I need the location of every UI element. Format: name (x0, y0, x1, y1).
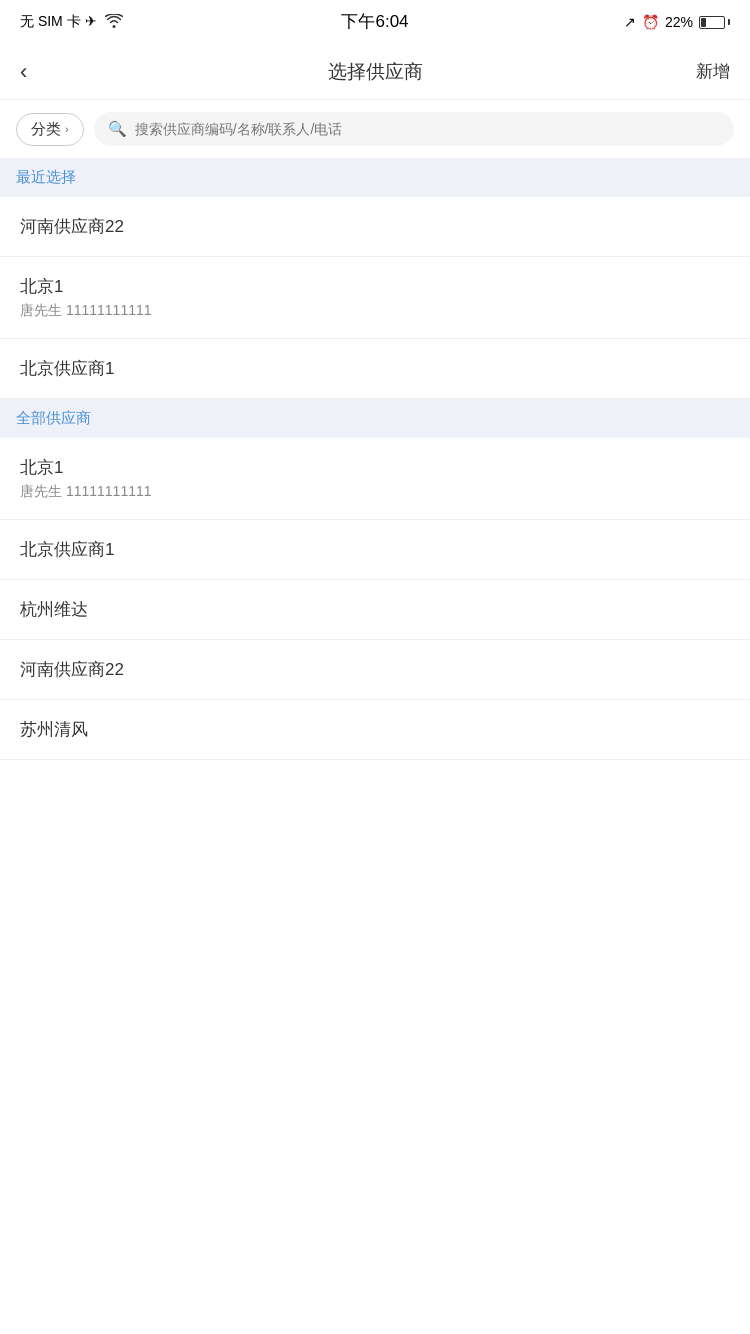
recent-section-label: 最近选择 (16, 168, 76, 185)
item-name: 北京1 (20, 456, 730, 479)
search-input[interactable] (135, 121, 720, 137)
location-icon: ↗ (624, 14, 636, 30)
item-name: 北京1 (20, 275, 730, 298)
nav-bar: ‹ 选择供应商 新增 (0, 44, 750, 100)
all-list-item[interactable]: 杭州维达 (0, 580, 750, 640)
status-time: 下午6:04 (341, 10, 408, 33)
back-button[interactable]: ‹ (20, 59, 60, 85)
item-name: 苏州清风 (20, 718, 730, 741)
all-list: 北京1 唐先生 11111111111 北京供应商1 杭州维达河南供应商22 苏州清… (0, 438, 750, 760)
wifi-icon (105, 14, 123, 31)
recent-section-header: 最近选择 (0, 158, 750, 197)
item-contact: 唐先生 11111111111 (20, 302, 730, 320)
recent-list-item[interactable]: 河南供应商22 (0, 197, 750, 257)
search-icon: 🔍 (108, 120, 127, 138)
all-section-label: 全部供应商 (16, 409, 91, 426)
alarm-icon: ⏰ (642, 14, 659, 30)
search-box: 🔍 (94, 112, 734, 146)
chevron-right-icon: › (65, 123, 69, 135)
all-list-item[interactable]: 苏州清风 (0, 700, 750, 760)
item-name: 河南供应商22 (20, 658, 730, 681)
item-name: 北京供应商1 (20, 538, 730, 561)
all-list-item[interactable]: 北京1 唐先生 11111111111 (0, 438, 750, 520)
recent-list-item[interactable]: 北京1 唐先生 11111111111 (0, 257, 750, 339)
item-name: 杭州维达 (20, 598, 730, 621)
item-name: 北京供应商1 (20, 357, 730, 380)
all-list-item[interactable]: 北京供应商1 (0, 520, 750, 580)
status-bar: 无 SIM 卡 ✈ 下午6:04 ↗ ⏰ 22% (0, 0, 750, 44)
sim-status: 无 SIM 卡 ✈ (20, 13, 97, 31)
battery-pct: 22% (665, 14, 693, 30)
status-right: ↗ ⏰ 22% (624, 14, 730, 30)
all-list-item[interactable]: 河南供应商22 (0, 640, 750, 700)
page-title: 选择供应商 (328, 59, 423, 85)
category-label: 分类 (31, 120, 61, 139)
battery-icon (699, 16, 730, 29)
all-section-header: 全部供应商 (0, 399, 750, 438)
item-contact: 唐先生 11111111111 (20, 483, 730, 501)
add-button[interactable]: 新增 (696, 60, 730, 83)
recent-list-item[interactable]: 北京供应商1 (0, 339, 750, 399)
status-left: 无 SIM 卡 ✈ (20, 13, 123, 31)
recent-list: 河南供应商22 北京1 唐先生 11111111111 北京供应商1 (0, 197, 750, 399)
search-area: 分类 › 🔍 (0, 100, 750, 158)
category-filter-button[interactable]: 分类 › (16, 113, 84, 146)
item-name: 河南供应商22 (20, 215, 730, 238)
